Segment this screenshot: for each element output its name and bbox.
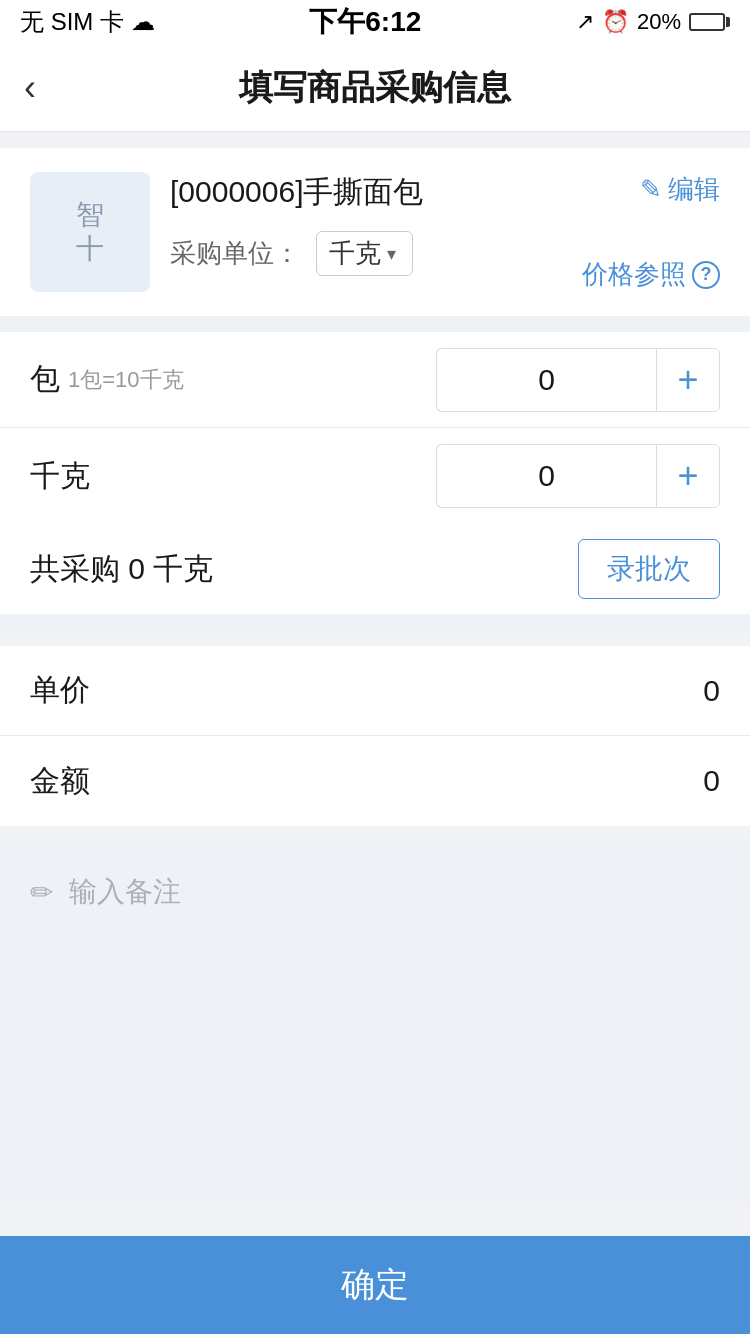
pencil-icon: ✏ — [30, 876, 53, 909]
back-button[interactable]: ‹ — [24, 67, 36, 109]
section-divider-1 — [0, 316, 750, 332]
price-ref-label: 价格参照 — [582, 257, 686, 292]
edit-icon: ✎ — [640, 174, 662, 205]
page-title: 填写商品采购信息 — [239, 65, 511, 111]
section-divider-2 — [0, 614, 750, 630]
edit-label: 编辑 — [668, 172, 720, 207]
info-icon: ? — [692, 261, 720, 289]
status-bar: 无 SIM 卡 ☁ 下午6:12 ↗ ⏰ 20% — [0, 0, 750, 44]
unit-value: 千克 — [329, 236, 381, 271]
notes-section[interactable]: ✏ 输入备注 — [0, 842, 750, 942]
product-image: 智 十 — [30, 172, 150, 292]
edit-button[interactable]: ✎ 编辑 — [640, 172, 720, 207]
amount-row: 金额 0 — [0, 736, 750, 826]
product-name: [0000006]手撕面包 — [170, 172, 720, 213]
kg-quantity-input[interactable] — [436, 444, 656, 508]
empty-space — [0, 942, 750, 1202]
bag-sublabel: 1包=10千克 — [68, 365, 184, 395]
total-row: 共采购 0 千克 录批次 — [0, 524, 750, 614]
chevron-down-icon: ▾ — [387, 243, 396, 265]
nav-bar: ‹ 填写商品采购信息 — [0, 44, 750, 132]
kg-plus-button[interactable]: + — [656, 444, 720, 508]
batch-button[interactable]: 录批次 — [578, 539, 720, 599]
status-left: 无 SIM 卡 ☁ — [20, 6, 155, 38]
total-text: 共采购 0 千克 — [30, 549, 213, 590]
unit-dropdown[interactable]: 千克 ▾ — [316, 231, 413, 276]
battery-percent: 20% — [637, 9, 681, 35]
unit-price-label: 单价 — [30, 670, 90, 711]
location-icon: ↗ — [576, 9, 594, 35]
unit-price-row: 单价 0 — [0, 646, 750, 736]
notes-placeholder: 输入备注 — [69, 873, 181, 911]
bag-label: 包 — [30, 359, 60, 400]
product-logo: 智 十 — [76, 198, 104, 265]
price-ref-button[interactable]: 价格参照 ? — [582, 257, 720, 292]
amount-label: 金额 — [30, 761, 90, 802]
status-right: ↗ ⏰ 20% — [576, 9, 730, 35]
unit-label: 采购单位： — [170, 236, 300, 271]
unit-price-value: 0 — [703, 674, 720, 708]
amount-value: 0 — [703, 764, 720, 798]
kg-label: 千克 — [30, 456, 90, 497]
sim-text: 无 SIM 卡 ☁ — [20, 6, 155, 38]
confirm-button-label: 确定 — [341, 1262, 409, 1308]
kg-input-right: + — [436, 444, 720, 508]
status-time: 下午6:12 — [309, 3, 421, 41]
confirm-button[interactable]: 确定 — [0, 1236, 750, 1334]
bag-plus-button[interactable]: + — [656, 348, 720, 412]
kg-input-row: 千克 + — [0, 428, 750, 524]
bag-input-row: 包 1包=10千克 + — [0, 332, 750, 428]
info-section: 单价 0 金额 0 — [0, 646, 750, 826]
bag-input-right: + — [436, 348, 720, 412]
battery-icon — [689, 13, 730, 31]
alarm-icon: ⏰ — [602, 9, 629, 35]
bag-quantity-input[interactable] — [436, 348, 656, 412]
quantity-section: 包 1包=10千克 + 千克 + — [0, 332, 750, 524]
product-card: 智 十 [0000006]手撕面包 采购单位： 千克 ▾ ✎ 编辑 价格参照 ? — [0, 148, 750, 316]
